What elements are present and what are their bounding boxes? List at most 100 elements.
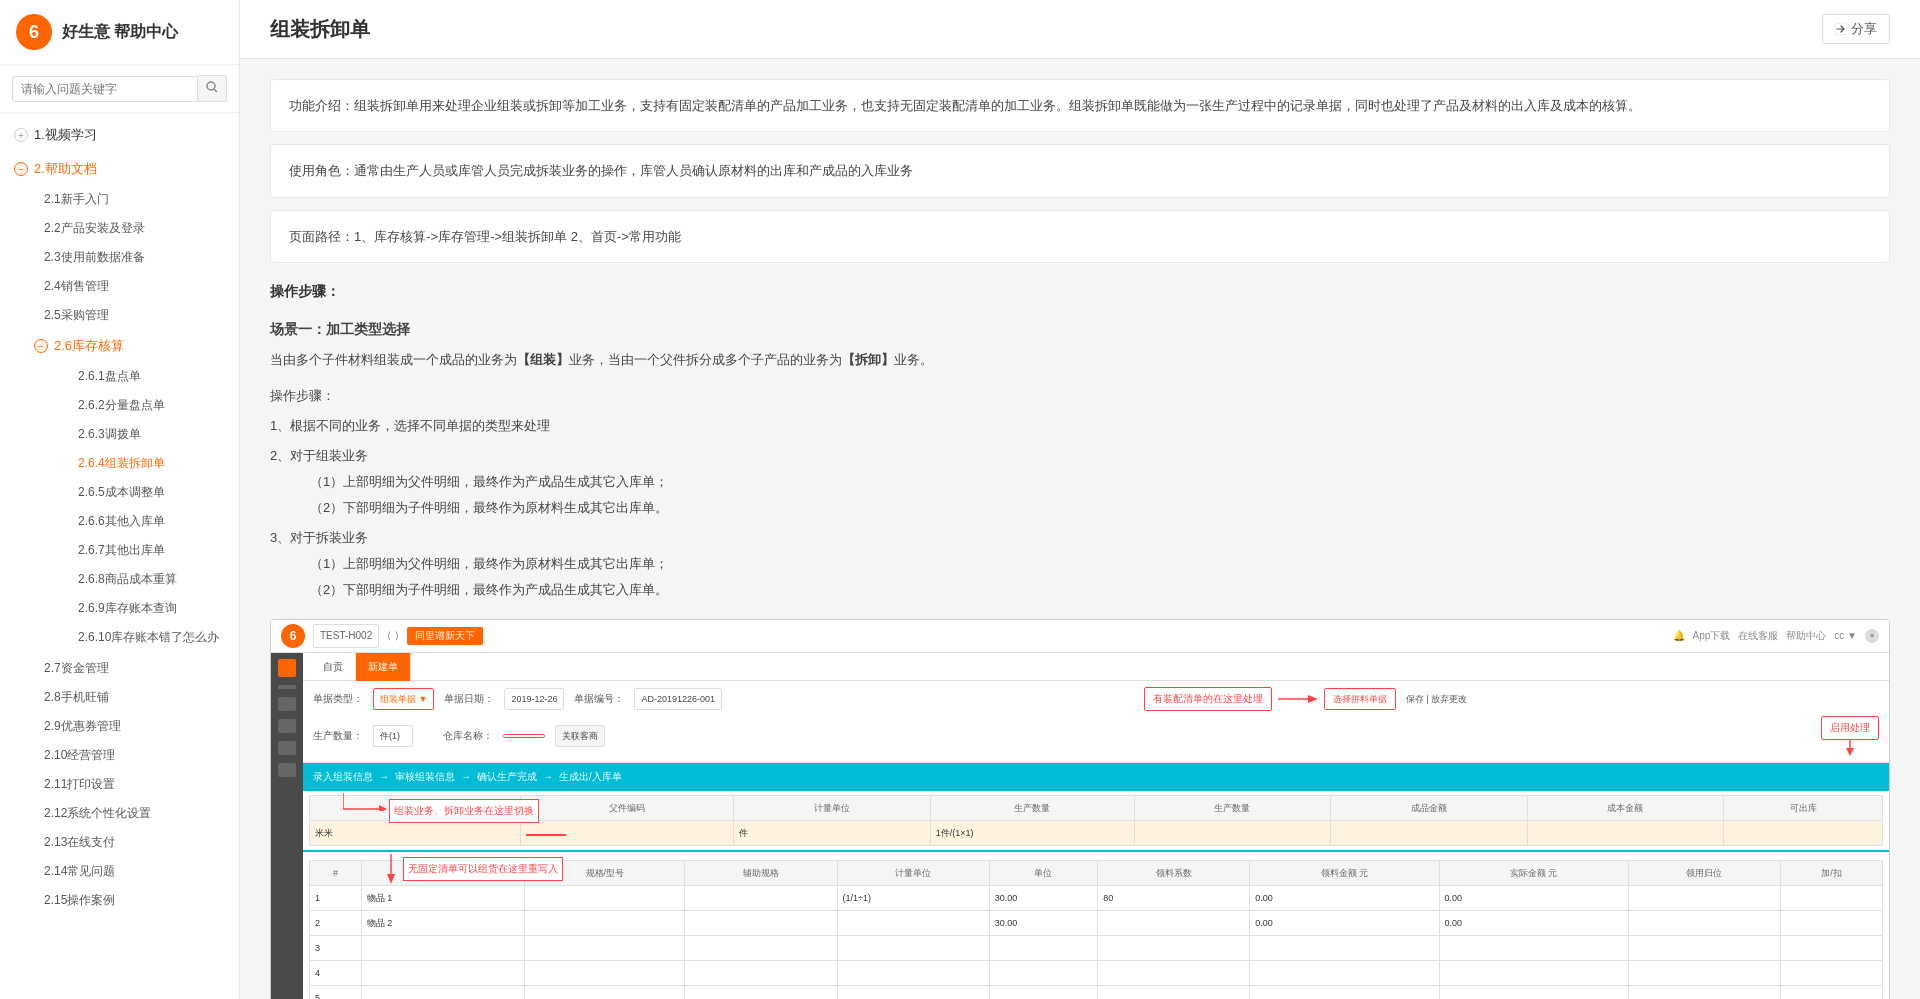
svg-marker-11	[387, 874, 395, 884]
sidebar-item-system[interactable]: 2.12系统个性化设置	[34, 799, 239, 828]
mock-close-icon[interactable]: ×	[1865, 629, 1879, 643]
upper-code-input[interactable]	[526, 834, 566, 836]
mock-logo: 6	[281, 624, 305, 648]
mock-tab-1[interactable]: 自贡	[311, 653, 356, 681]
sidebar-item-inventory[interactable]: − 2.6库存核算	[34, 330, 239, 362]
lower-row-5: 5	[310, 986, 1883, 999]
sidebar: 6 好生意 帮助中心 + 1.视频学习 − 2.帮助文档	[0, 0, 240, 999]
main-header: 组装拆卸单 分享	[240, 0, 1920, 59]
steps-block: 操作步骤： 场景一：加工类型选择 当由多个子件材料组装成一个成品的业务为【组装】…	[270, 277, 1890, 999]
sidebar-item-cost-recalc[interactable]: 2.6.8商品成本重算	[68, 565, 239, 594]
upper-th-2: 计量单位	[734, 796, 930, 821]
mock-upper-table-area: *父件名称 父件编码 计量单位 生产数量 生产数量 成品金额 成本金额 可出库	[303, 791, 1889, 852]
logo-icon: 6	[16, 14, 52, 50]
sidebar-item-finance[interactable]: 2.7资金管理	[34, 654, 239, 683]
mock-sidebar-icon-5	[278, 763, 296, 777]
main-content: 组装拆卸单 分享 功能介绍：组装拆卸单用来处理企业组装或拆卸等加工业务，支持有固…	[240, 0, 1920, 999]
sidebar-item-docs[interactable]: − 2.帮助文档	[0, 153, 239, 185]
annotation-area-4: 组装业务、拆卸业务在这里切换	[343, 791, 393, 818]
sidebar-item-partial-stocktake[interactable]: 2.6.2分量盘点单	[68, 391, 239, 420]
mock-company: TEST-H002	[313, 624, 379, 648]
mock-btn-save[interactable]: 保存 | 放弃更改	[1406, 690, 1467, 708]
sidebar-item-cases[interactable]: 2.15操作案例	[34, 886, 239, 915]
sidebar-item-cost-adj[interactable]: 2.6.5成本调整单	[68, 478, 239, 507]
arrow-1	[1278, 691, 1318, 707]
sidebar-item-transfer[interactable]: 2.6.3调拨单	[68, 420, 239, 449]
sidebar-item-payment[interactable]: 2.13在线支付	[34, 828, 239, 857]
content-area: 功能介绍：组装拆卸单用来处理企业组装或拆卸等加工业务，支持有固定装配清单的产品加…	[240, 59, 1920, 999]
mock-warehouse-input[interactable]	[503, 734, 545, 738]
arrow-3	[1842, 740, 1858, 756]
mock-btn-choose-bom[interactable]: 选择拼料单据	[1324, 688, 1396, 710]
sidebar-item-other-out[interactable]: 2.6.7其他出库单	[68, 536, 239, 565]
upper-td-amount	[1331, 821, 1527, 846]
sidebar-item-newcomer[interactable]: 2.1新手入门	[34, 185, 239, 214]
upper-td-qty: 1件/(1×1)	[930, 821, 1134, 846]
nav-list: + 1.视频学习 − 2.帮助文档 2.1新手入门 2.2产品安装及登录 2.3…	[0, 113, 239, 999]
annotation-5-area: 无固定清单可以组货在这里重写入	[303, 852, 1889, 856]
expand-icon: +	[14, 128, 28, 142]
svg-marker-9	[379, 805, 387, 811]
search-button[interactable]	[198, 75, 227, 102]
upper-td-avail	[1724, 821, 1883, 846]
lower-row-2: 2 物品 2 30.00 0.00 0.	[310, 911, 1883, 936]
sidebar-item-other-in[interactable]: 2.6.6其他入库单	[68, 507, 239, 536]
role-text: 使用角色：通常由生产人员或库管人员完成拆装业务的操作，库管人员确认原材料的出库和…	[289, 163, 913, 178]
upper-th-7: 可出库	[1724, 796, 1883, 821]
annotation-area-1: 有装配清单的在这里处理 选择拼料单据 保存 | 放弃更改	[732, 687, 1879, 711]
mock-process-step2: 审核组装信息	[395, 767, 455, 787]
sidebar-item-stocktake[interactable]: 2.6.1盘点单	[68, 362, 239, 391]
mock-process-sep1: →	[379, 767, 389, 787]
share-button[interactable]: 分享	[1822, 14, 1890, 44]
mock-sidebar-icon-3	[278, 719, 296, 733]
mock-type-select[interactable]: 组装单据 ▼	[373, 688, 434, 710]
sidebar-item-faq[interactable]: 2.14常见问题	[34, 857, 239, 886]
logo-area: 6 好生意 帮助中心	[0, 0, 239, 65]
mock-tab-2[interactable]: 新建单	[356, 653, 411, 681]
mock-warehouse-btn[interactable]: 关联客商	[555, 725, 605, 747]
lower-th-coeff: 领料系数	[1098, 861, 1250, 886]
mock-sidebar-icon-2	[278, 697, 296, 711]
sidebar-item-assembly[interactable]: 2.6.4组装拆卸单	[68, 449, 239, 478]
mock-form-row-2: 生产数量： 件(1) 仓库名称： 关联客商 启用处理	[313, 716, 1879, 756]
upper-th-4: 生产数量	[1134, 796, 1330, 821]
lower-th-pick-amt: 领料金额 元	[1250, 861, 1439, 886]
mock-process-area: 录入组装信息 → 审核组装信息 → 确认生产完成 → 生成出/入库单	[303, 763, 1889, 791]
sidebar-item-ledger-fix[interactable]: 2.6.10库存账本错了怎么办	[68, 623, 239, 652]
mock-form-area: 单据类型： 组装单据 ▼ 单据日期： 2019-12-26 单据编号： AD-2…	[303, 681, 1889, 763]
lower-th-qty: 单位	[989, 861, 1098, 886]
sidebar-item-biz[interactable]: 2.10经营管理	[34, 741, 239, 770]
sidebar-item-purchase[interactable]: 2.5采购管理	[34, 301, 239, 330]
sidebar-item-ledger-query[interactable]: 2.6.9库存账本查询	[68, 594, 239, 623]
logo-text: 好生意 帮助中心	[62, 22, 178, 43]
page-title: 组装拆卸单	[270, 16, 370, 43]
lower-th-return: 领用归位	[1628, 861, 1780, 886]
annotation-3: 启用处理	[1821, 716, 1879, 740]
sidebar-item-sales[interactable]: 2.4销售管理	[34, 272, 239, 301]
mock-qty-value: 件(1)	[373, 725, 413, 747]
scenario1-title: 场景一：加工类型选择	[270, 315, 1890, 343]
lower-th-unit: 计量单位	[837, 861, 989, 886]
sidebar-item-install[interactable]: 2.2产品安装及登录	[34, 214, 239, 243]
sidebar-item-mobile[interactable]: 2.8手机旺铺	[34, 683, 239, 712]
mock-form-row-1: 单据类型： 组装单据 ▼ 单据日期： 2019-12-26 单据编号： AD-2…	[313, 687, 1879, 711]
svg-line-1	[214, 89, 217, 92]
upper-td-qty2	[1134, 821, 1330, 846]
sidebar-item-data-prep[interactable]: 2.3使用前数据准备	[34, 243, 239, 272]
mock-sidebar-divider	[278, 685, 296, 689]
step3-1: （1）上部明细为父件明细，最终作为原材料生成其它出库单；	[270, 551, 1890, 577]
upper-table-row: 米米 件 1件/(1×1)	[310, 821, 1883, 846]
annotation-area-3: 启用处理	[1821, 716, 1879, 756]
mock-btn-orange[interactable]: 同里谱新天下	[407, 627, 483, 645]
search-bar	[0, 65, 239, 113]
search-input[interactable]	[12, 76, 198, 102]
sidebar-item-print[interactable]: 2.11打印设置	[34, 770, 239, 799]
upper-td-name: 米米	[310, 821, 521, 846]
mock-main-area: 自贡 新建单 单据类型： 组装单据 ▼ 单据日期： 2019-1	[271, 653, 1889, 999]
sidebar-item-video[interactable]: + 1.视频学习	[0, 119, 239, 151]
step3-2: （2）下部明细为子件明细，最终作为产成品生成其它入库单。	[270, 577, 1890, 603]
sidebar-item-coupon[interactable]: 2.9优惠券管理	[34, 712, 239, 741]
step3: 3、对于拆装业务	[270, 525, 1890, 551]
svg-marker-6	[1846, 748, 1854, 756]
mock-content-wrapper: 自贡 新建单 单据类型： 组装单据 ▼ 单据日期： 2019-1	[303, 653, 1889, 999]
